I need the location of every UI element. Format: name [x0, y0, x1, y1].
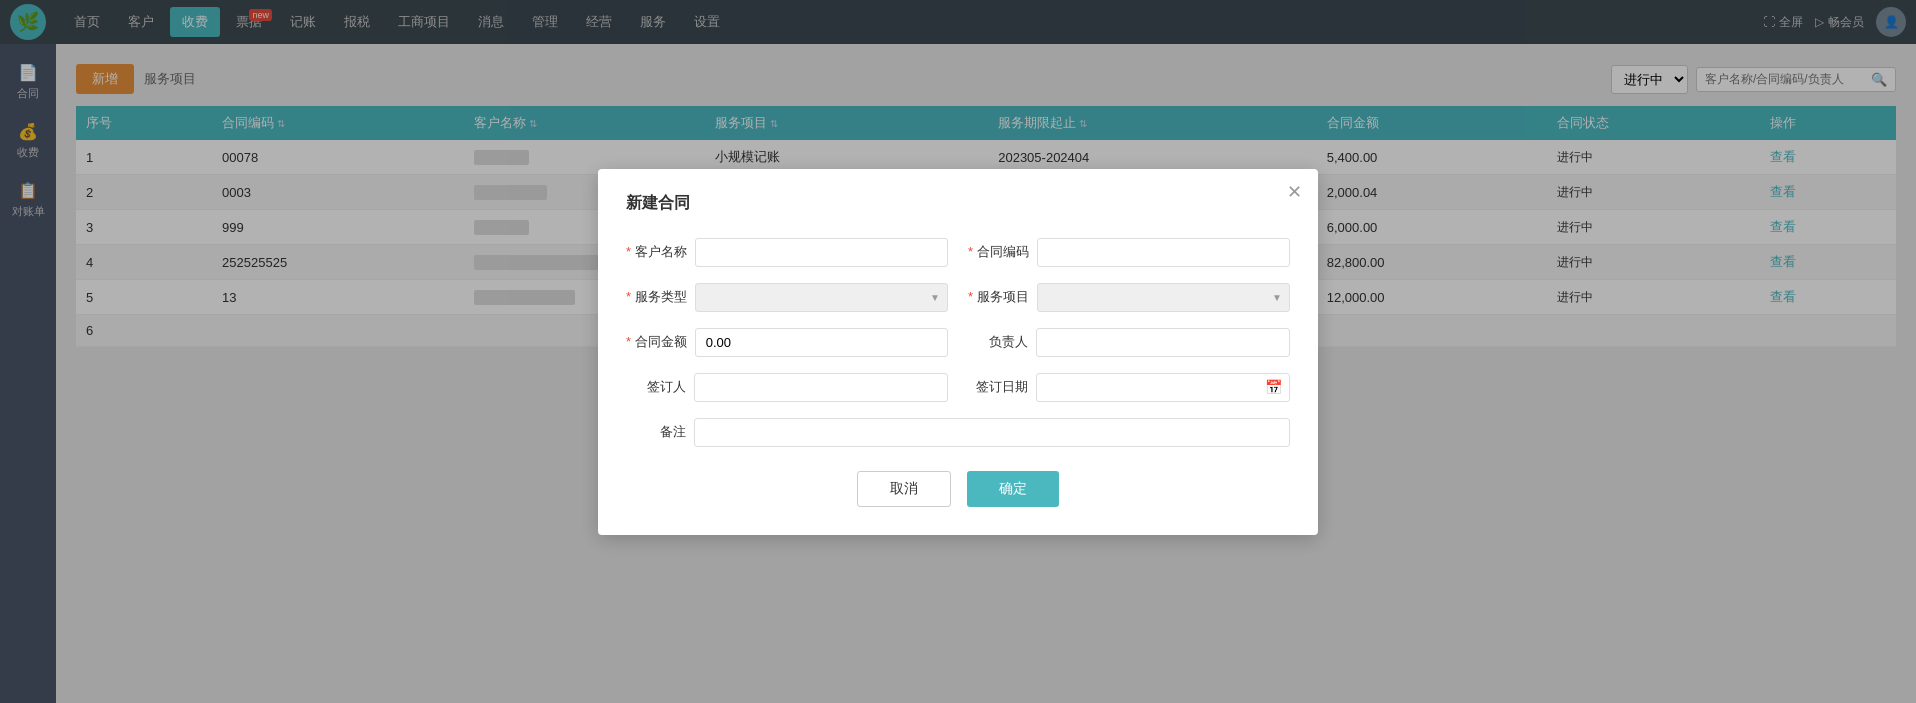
remark-input[interactable] [694, 418, 1290, 447]
contract-no-group: 合同编码 [968, 238, 1290, 267]
person-in-charge-group: 负责人 [968, 328, 1290, 357]
form-row-1: 客户名称 合同编码 [626, 238, 1290, 267]
sign-date-group: 签订日期 2023-06-06 📅 [968, 373, 1290, 402]
remark-label: 备注 [626, 423, 686, 441]
contract-amount-input[interactable] [695, 328, 948, 357]
sign-date-label: 签订日期 [968, 378, 1028, 396]
contract-no-label: 合同编码 [968, 243, 1029, 261]
sign-date-input[interactable]: 2023-06-06 [1036, 373, 1290, 402]
service-type-select[interactable] [695, 283, 948, 312]
sign-date-wrapper: 2023-06-06 📅 [1036, 373, 1290, 402]
signer-label: 签订人 [626, 378, 686, 396]
customer-name-input[interactable] [695, 238, 948, 267]
service-type-group: 服务类型 [626, 283, 948, 312]
contract-amount-group: 合同金额 [626, 328, 948, 357]
form-row-3: 合同金额 负责人 [626, 328, 1290, 357]
modal-footer: 取消 确定 [626, 471, 1290, 507]
signer-input[interactable] [694, 373, 948, 402]
main-layout: 📄 合同 💰 收费 📋 对账单 新增 服务项目 进行中 已完成 已终止 [0, 44, 1916, 703]
customer-name-group: 客户名称 [626, 238, 948, 267]
cancel-button[interactable]: 取消 [857, 471, 951, 507]
confirm-button[interactable]: 确定 [967, 471, 1059, 507]
modal-close-button[interactable]: ✕ [1287, 183, 1302, 201]
service-type-label: 服务类型 [626, 288, 687, 306]
calendar-icon[interactable]: 📅 [1265, 379, 1282, 395]
service-type-select-wrapper [695, 283, 948, 312]
form-row-5: 备注 [626, 418, 1290, 447]
service-item-select-wrapper [1037, 283, 1290, 312]
service-item-select[interactable] [1037, 283, 1290, 312]
service-item-label: 服务项目 [968, 288, 1029, 306]
contract-no-input[interactable] [1037, 238, 1290, 267]
form-row-2: 服务类型 服务项目 [626, 283, 1290, 312]
modal-title: 新建合同 [626, 193, 1290, 214]
content-area: 新增 服务项目 进行中 已完成 已终止 🔍 序号 合同编码⇅ [56, 44, 1916, 703]
person-in-charge-label: 负责人 [968, 333, 1028, 351]
contract-amount-label: 合同金额 [626, 333, 687, 351]
modal-overlay: 新建合同 ✕ 客户名称 合同编码 服务类型 [56, 44, 1916, 703]
remark-group: 备注 [626, 418, 1290, 447]
service-item-group: 服务项目 [968, 283, 1290, 312]
form-row-4: 签订人 签订日期 2023-06-06 📅 [626, 373, 1290, 402]
customer-name-label: 客户名称 [626, 243, 687, 261]
new-contract-modal: 新建合同 ✕ 客户名称 合同编码 服务类型 [598, 169, 1318, 535]
person-in-charge-input[interactable] [1036, 328, 1290, 357]
signer-group: 签订人 [626, 373, 948, 402]
